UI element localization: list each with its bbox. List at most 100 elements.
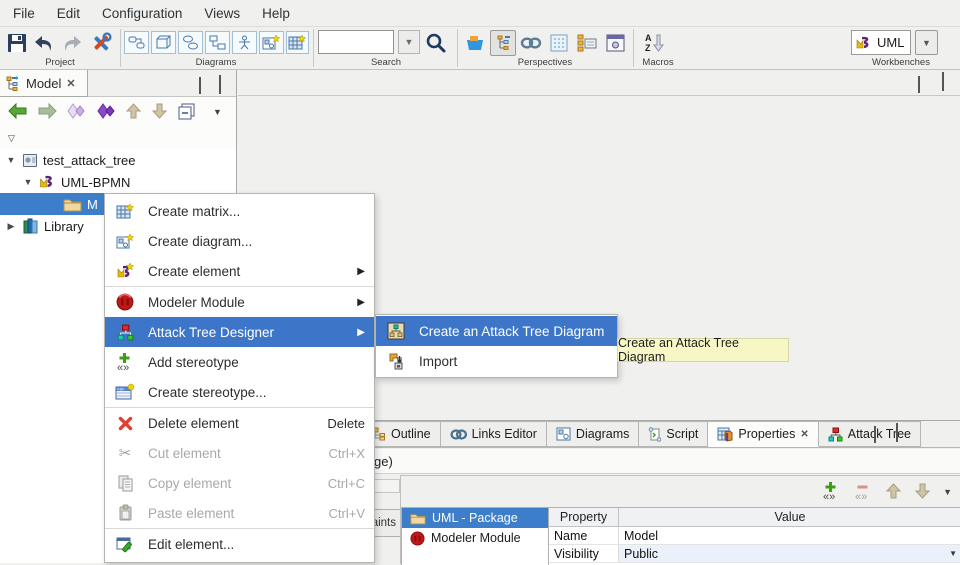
create-diagram-button[interactable] xyxy=(259,31,284,54)
twistie-expanded-icon[interactable]: ▼ xyxy=(22,177,34,187)
value-text: Public xyxy=(624,547,658,561)
twistie-collapsed-icon[interactable]: ▶ xyxy=(5,221,17,232)
menu-configuration[interactable]: Configuration xyxy=(91,0,193,27)
menu-item-delete-element[interactable]: Delete element Delete xyxy=(105,408,374,438)
configure-tools-button[interactable] xyxy=(88,30,114,56)
collapse-all-button[interactable] xyxy=(177,102,196,123)
menu-edit[interactable]: Edit xyxy=(46,0,91,27)
list-item-label: UML - Package xyxy=(432,511,518,525)
move-down-button[interactable] xyxy=(151,102,168,123)
column-header-property[interactable]: Property xyxy=(549,508,619,527)
tab-links-editor[interactable]: Links Editor xyxy=(441,421,547,447)
filter-dropdown[interactable]: ▽ xyxy=(8,133,15,144)
tab-diagrams[interactable]: Diagrams xyxy=(547,421,640,447)
view-menu-dropdown[interactable]: ▼ xyxy=(213,107,222,117)
properties-icon xyxy=(717,427,733,442)
tab-model-label: Model xyxy=(26,76,61,91)
table-row: Visibility Public ▼ xyxy=(549,545,960,563)
property-value-cell[interactable]: Public ▼ xyxy=(619,545,960,563)
minimize-editor-button[interactable] xyxy=(918,77,931,88)
search-input[interactable] xyxy=(318,30,394,54)
create-actor-button[interactable] xyxy=(232,31,257,54)
model-perspective-button[interactable] xyxy=(490,30,516,56)
list-item-modeler-module[interactable]: Modeler Module xyxy=(402,528,548,548)
menu-item-create-matrix[interactable]: Create matrix... xyxy=(105,196,374,226)
window-perspective-button[interactable] xyxy=(602,30,628,56)
search-button[interactable] xyxy=(423,30,449,56)
folder-icon xyxy=(410,512,426,525)
menu-item-create-stereotype[interactable]: «a» Create stereotype... xyxy=(105,377,374,407)
move-up-button[interactable] xyxy=(885,482,902,503)
nav-forward-button[interactable] xyxy=(37,102,58,123)
combo-dropdown-icon[interactable]: ▼ xyxy=(949,549,957,558)
remove-stereotype-button[interactable]: «» xyxy=(853,481,873,504)
menu-help[interactable]: Help xyxy=(251,0,301,27)
undo-icon xyxy=(33,33,55,53)
property-name-cell[interactable]: Visibility xyxy=(549,545,619,563)
create-usecase-diagram-button[interactable] xyxy=(178,31,203,54)
tab-properties[interactable]: Properties ✕ xyxy=(708,421,818,447)
add-stereotype-button[interactable]: «» xyxy=(821,481,841,504)
links-perspective-button[interactable] xyxy=(518,30,544,56)
nav-prev-modified-button[interactable] xyxy=(67,102,87,123)
tab-model[interactable]: Model ✕ xyxy=(0,70,88,97)
create-matrix-button[interactable] xyxy=(286,31,309,54)
menu-item-add-stereotype[interactable]: «» Add stereotype xyxy=(105,347,374,377)
tree-item-uml-bpmn[interactable]: ▼ UML-BPMN xyxy=(0,171,236,193)
hierarchy-perspective-button[interactable] xyxy=(574,30,600,56)
sort-az-button[interactable]: AZ xyxy=(641,30,667,56)
workbench-combo[interactable]: UML xyxy=(851,30,911,55)
nav-back-button[interactable] xyxy=(7,102,28,123)
toolbar-group-label: Perspectives xyxy=(460,57,630,68)
list-item-uml-package[interactable]: UML - Package xyxy=(402,508,548,528)
toolbar-group-diagrams: Diagrams xyxy=(122,27,310,69)
menu-item-attack-tree-designer[interactable]: Attack Tree Designer ▶ xyxy=(105,317,374,347)
redo-button[interactable] xyxy=(59,30,85,56)
search-history-dropdown[interactable]: ▼ xyxy=(398,30,420,54)
menu-item-create-diagram[interactable]: Create diagram... xyxy=(105,226,374,256)
create-class-diagram-button[interactable] xyxy=(205,31,230,54)
twistie-expanded-icon[interactable]: ▼ xyxy=(5,155,17,165)
toolbar-group-label: Diagrams xyxy=(122,57,310,68)
submenu-arrow-icon: ▶ xyxy=(357,327,365,338)
property-name-cell[interactable]: Name xyxy=(549,527,619,545)
minimize-panel-button[interactable] xyxy=(199,78,212,89)
close-tab-icon[interactable]: ✕ xyxy=(800,429,808,440)
minimize-bottom-panel-button[interactable] xyxy=(874,427,887,438)
workbench-value: UML xyxy=(877,35,904,50)
properties-menu-dropdown[interactable]: ▼ xyxy=(943,487,952,497)
grid-perspective-button[interactable] xyxy=(546,30,572,56)
search-icon xyxy=(425,32,447,54)
workbench-dropdown[interactable]: ▼ xyxy=(915,30,938,55)
maximize-panel-button[interactable] xyxy=(219,78,232,89)
paste-icon xyxy=(118,504,133,522)
save-button[interactable] xyxy=(4,30,30,56)
submenu-item-create-attack-tree-diagram[interactable]: Create an Attack Tree Diagram xyxy=(376,316,617,346)
create-state-diagram-button[interactable] xyxy=(124,31,149,54)
menu-shortcut: Ctrl+C xyxy=(328,476,365,491)
undo-button[interactable] xyxy=(31,30,57,56)
menu-item-copy-element[interactable]: Copy element Ctrl+C xyxy=(105,468,374,498)
maximize-bottom-panel-button[interactable] xyxy=(896,426,909,437)
create-deployment-diagram-button[interactable] xyxy=(151,31,176,54)
menu-item-modeler-module[interactable]: Modeler Module ▶ xyxy=(105,287,374,317)
submenu-item-import[interactable]: Import xyxy=(376,346,617,376)
move-up-button[interactable] xyxy=(125,102,142,123)
close-tab-icon[interactable]: ✕ xyxy=(66,77,75,90)
menu-item-paste-element[interactable]: Paste element Ctrl+V xyxy=(105,498,374,528)
menu-item-cut-element[interactable]: ✂ Cut element Ctrl+X xyxy=(105,438,374,468)
tab-script[interactable]: Script xyxy=(639,421,708,447)
nav-next-modified-button[interactable] xyxy=(96,102,116,123)
maximize-editor-button[interactable] xyxy=(942,75,955,86)
move-down-button[interactable] xyxy=(914,482,931,503)
menu-item-create-element[interactable]: Create element ▶ xyxy=(105,256,374,286)
property-value-cell[interactable]: Model xyxy=(619,527,960,545)
menu-views[interactable]: Views xyxy=(193,0,251,27)
column-header-value[interactable]: Value xyxy=(619,508,960,527)
copy-icon xyxy=(117,474,134,492)
attack-tree-submenu: Create an Attack Tree Diagram Import xyxy=(375,314,618,378)
menu-file[interactable]: File xyxy=(2,0,46,27)
project-perspective-button[interactable] xyxy=(462,30,488,56)
menu-item-edit-element[interactable]: Edit element... xyxy=(105,529,374,559)
tree-item-project[interactable]: ▼ test_attack_tree xyxy=(0,149,236,171)
